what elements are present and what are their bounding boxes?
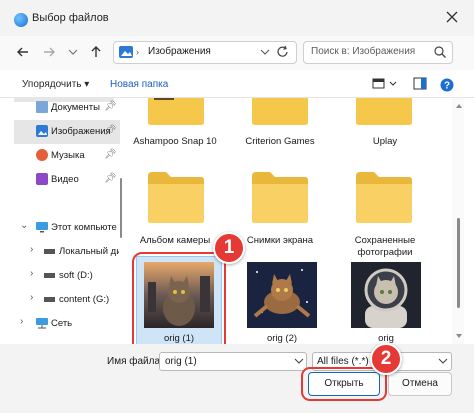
pin-icon: 📌︎ [104, 173, 117, 184]
video-icon [36, 173, 48, 185]
refresh-icon [277, 45, 288, 57]
search-placeholder: Поиск в: Изображения [311, 46, 416, 57]
open-button-label: Открыть [324, 378, 364, 389]
close-icon [446, 11, 458, 23]
documents-icon [36, 101, 48, 113]
drive-icon [44, 249, 55, 254]
scrollbar-thumb[interactable] [457, 218, 460, 308]
address-dropdown[interactable] [258, 44, 272, 60]
scroll-up-icon[interactable] [456, 104, 462, 108]
folder-icon [252, 98, 308, 125]
music-icon [36, 149, 48, 161]
chevron-right-icon[interactable]: › [20, 316, 23, 327]
help-button[interactable]: ? [439, 77, 455, 93]
organize-menu[interactable]: Упорядочить ▾ [22, 79, 89, 90]
chevron-down-icon [68, 49, 78, 55]
view-button[interactable] [372, 77, 400, 91]
cat-astronaut-thumbnail [351, 262, 421, 328]
scrollbar-thumb[interactable] [120, 178, 122, 238]
network-icon [36, 317, 48, 329]
window-title: Выбор файлов [32, 12, 109, 24]
chevron-right-icon[interactable]: › [30, 244, 33, 255]
folder-label[interactable]: Снимки экрана [235, 235, 325, 247]
sidebar-item-music[interactable]: Музыка 📌︎ [14, 144, 120, 168]
content-scrollbar[interactable] [452, 98, 464, 344]
step-badge-1: 1 [213, 232, 245, 264]
chevron-down-icon [438, 358, 448, 364]
address-text: Изображения [148, 46, 211, 57]
pin-icon: 📌︎ [104, 101, 117, 112]
arrow-up-icon [91, 46, 101, 57]
back-button[interactable] [12, 41, 34, 63]
folder-label[interactable]: Uplay [340, 136, 430, 148]
file-type-dropdown[interactable] [437, 355, 449, 367]
new-folder-button[interactable]: Новая папка [110, 79, 168, 90]
sidebar-item-local-disk[interactable]: › Локальный ди [14, 240, 120, 264]
folder-label[interactable]: Альбом камеры [130, 235, 220, 247]
arrow-left-icon [17, 47, 28, 57]
folder-icon [252, 172, 308, 223]
sidebar-item-network[interactable]: › Сеть [14, 312, 120, 336]
sidebar-item-content-g[interactable]: › content (G:) [14, 288, 120, 312]
history-dropdown[interactable] [62, 41, 84, 63]
folder-icon [356, 172, 412, 223]
sidebar-item-video[interactable]: Видео 📌︎ [14, 168, 120, 192]
pin-icon: 📌︎ [104, 149, 117, 160]
app-icon [14, 13, 28, 27]
filename-dropdown[interactable] [293, 355, 305, 367]
preview-pane-icon [413, 77, 427, 90]
folder-label[interactable]: Сохраненные фотографии [340, 235, 430, 259]
chevron-down-icon [260, 49, 270, 55]
computer-icon [36, 221, 48, 233]
arrow-right-icon [44, 47, 55, 57]
breadcrumb-separator-icon: › [136, 47, 139, 57]
cat-city-thumbnail [144, 262, 214, 328]
images-icon [36, 125, 48, 137]
folder-icon [356, 98, 412, 125]
folder-icon [148, 98, 204, 125]
file-label[interactable]: orig (2) [242, 333, 322, 344]
filename-label: Имя файла: [107, 356, 163, 367]
svg-text:?: ? [444, 81, 450, 92]
drive-icon [44, 273, 55, 278]
step-badge-2: 2 [370, 343, 402, 375]
folder-label[interactable]: Criterion Games [235, 136, 325, 148]
sidebar-item-images[interactable]: Изображения 📌︎ [14, 120, 120, 144]
file-label[interactable]: orig (1) [139, 333, 219, 344]
help-icon: ? [440, 78, 454, 92]
pin-icon: 📌︎ [104, 125, 117, 136]
folder-label[interactable]: Ashampoo Snap 10 [130, 136, 220, 148]
chevron-right-icon[interactable]: › [30, 292, 33, 303]
preview-pane-button[interactable] [413, 77, 427, 91]
sidebar-item-this-pc[interactable]: ⌄ Этот компьютер [14, 216, 120, 240]
search-icon [433, 45, 447, 59]
up-button[interactable] [85, 41, 107, 63]
refresh-button[interactable] [275, 44, 291, 60]
cancel-button-label: Отмена [402, 378, 438, 389]
scroll-down-icon[interactable] [456, 334, 462, 338]
chevron-down-icon [294, 358, 304, 364]
view-icon [372, 78, 397, 89]
images-folder-icon [119, 46, 133, 58]
drive-icon [44, 297, 55, 302]
file-type-value: All files (*.*) [317, 356, 369, 367]
chevron-down-icon[interactable]: ⌄ [20, 220, 28, 231]
cat-space-thumbnail [247, 262, 317, 328]
sidebar-item-documents[interactable]: Документы 📌︎ [14, 96, 120, 120]
forward-button[interactable] [38, 41, 60, 63]
folder-icon [148, 172, 204, 223]
sidebar-item-soft-d[interactable]: › soft (D:) [14, 264, 120, 288]
close-button[interactable] [440, 6, 464, 28]
chevron-right-icon[interactable]: › [30, 268, 33, 279]
filename-value: orig (1) [165, 356, 197, 367]
